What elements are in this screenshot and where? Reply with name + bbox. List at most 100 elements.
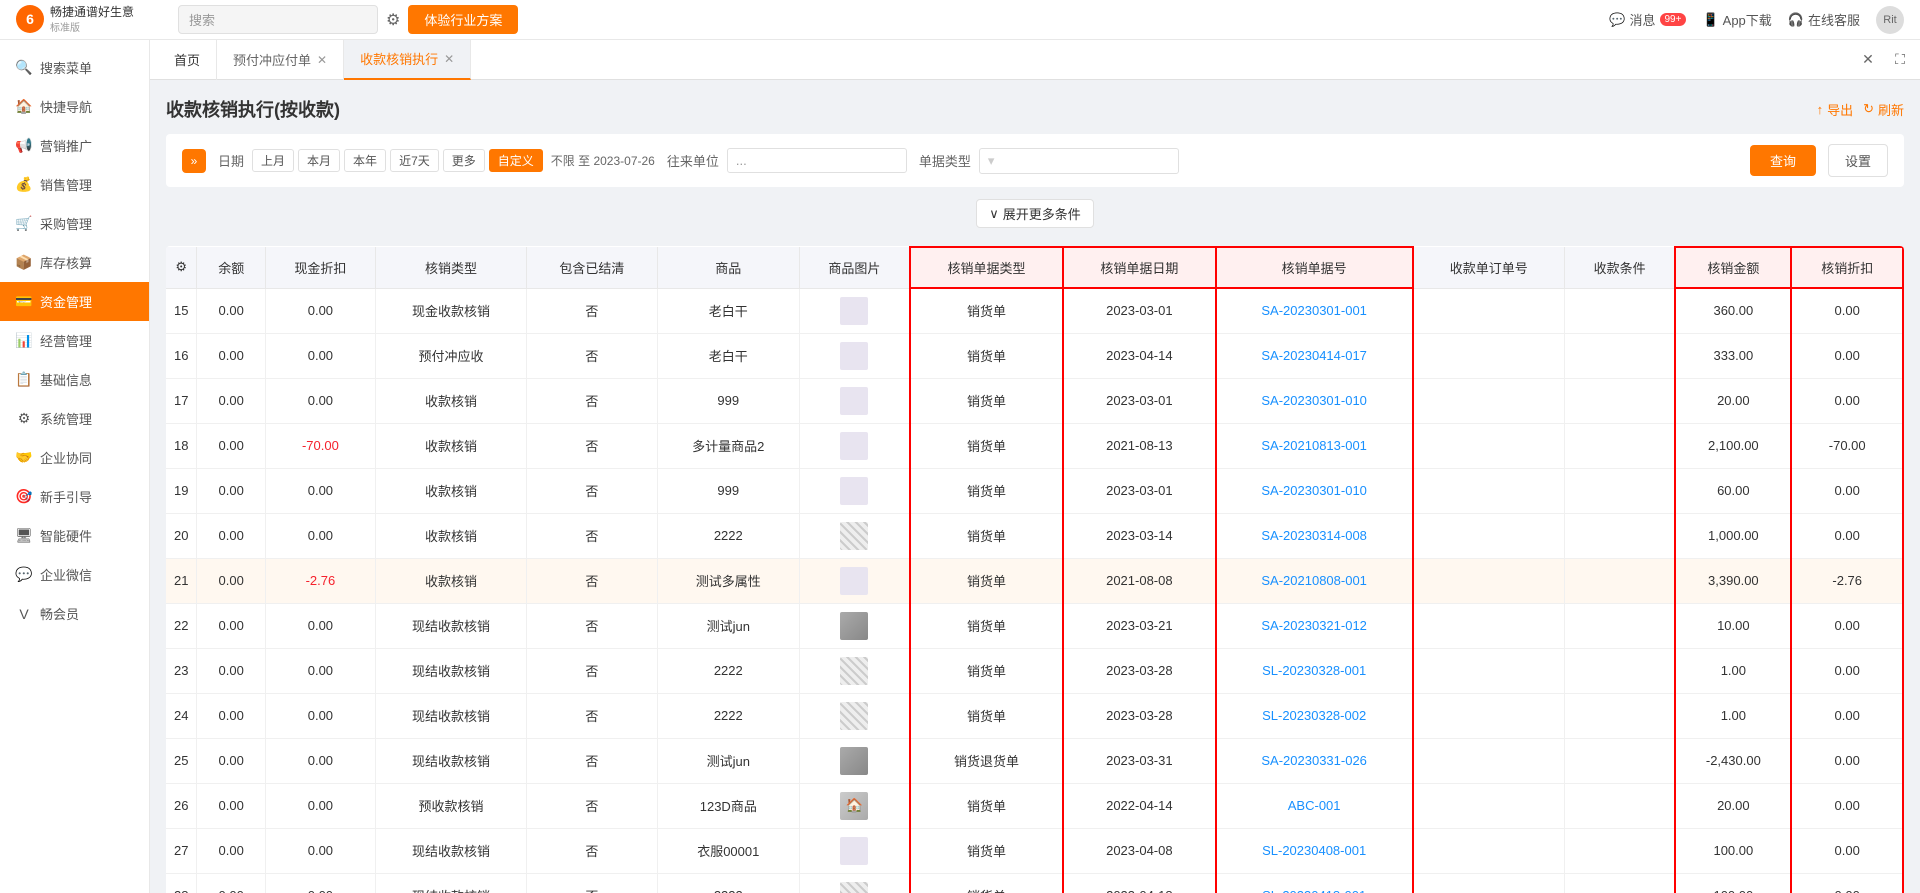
cell-writeoff-bill-no[interactable]: SA-20230414-017: [1216, 333, 1413, 378]
cell-goods: 老白干: [657, 288, 799, 333]
sidebar-item-purchase[interactable]: 🛒 采购管理: [0, 204, 149, 243]
cell-writeoff-bill-no[interactable]: SL-20230408-001: [1216, 828, 1413, 873]
filter-counterpart-group: 往来单位 ...: [667, 148, 907, 173]
sidebar-item-finance[interactable]: 💳 资金管理: [0, 282, 149, 321]
sidebar-item-wechat[interactable]: 💬 企业微信: [0, 555, 149, 594]
cell-writeoff-bill-no[interactable]: SA-20230331-026: [1216, 738, 1413, 783]
cell-goods-image: [799, 558, 910, 603]
settings-button[interactable]: 设置: [1828, 144, 1888, 177]
date-this-year[interactable]: 本年: [344, 149, 386, 172]
cell-writeoff-discount: 0.00: [1791, 333, 1903, 378]
cell-writeoff-bill-no[interactable]: SA-20230301-010: [1216, 378, 1413, 423]
gear-icon[interactable]: ⚙: [386, 10, 400, 30]
cell-writeoff-bill-no[interactable]: SL-20230418-001: [1216, 873, 1413, 893]
expand-more-btn[interactable]: ∨ 展开更多条件: [976, 199, 1094, 228]
sidebar-item-hardware[interactable]: 🖥 智能硬件: [0, 516, 149, 555]
cell-writeoff-bill-no[interactable]: SL-20230328-001: [1216, 648, 1413, 693]
tab-home[interactable]: 首页: [158, 40, 217, 80]
date-custom[interactable]: 自定义: [489, 149, 543, 172]
cell-writeoff-bill-no[interactable]: SA-20230301-001: [1216, 288, 1413, 333]
cell-id: 26: [166, 783, 197, 828]
cell-writeoff-bill-no[interactable]: SA-20210813-001: [1216, 423, 1413, 468]
tab-prepay[interactable]: 预付冲应付单 ✕: [217, 40, 344, 80]
bill-no-link[interactable]: SA-20230414-017: [1261, 348, 1367, 363]
sidebar-item-nav[interactable]: 🏠 快捷导航: [0, 87, 149, 126]
refresh-btn[interactable]: ↻ 刷新: [1863, 100, 1904, 119]
th-balance: 余额: [197, 247, 265, 288]
counterpart-input[interactable]: ...: [727, 148, 907, 173]
online-service-btn[interactable]: 🎧 在线客服: [1788, 10, 1860, 29]
message-btn[interactable]: 💬 消息 99+: [1609, 10, 1686, 29]
bill-no-link[interactable]: SA-20230301-001: [1261, 303, 1367, 318]
date-7days[interactable]: 近7天: [390, 149, 439, 172]
cell-writeoff-type: 现结收款核销: [375, 693, 526, 738]
cell-writeoff-bill-no[interactable]: SA-20230321-012: [1216, 603, 1413, 648]
bill-no-link[interactable]: SL-20230328-002: [1262, 708, 1366, 723]
tab-close-prepay[interactable]: ✕: [317, 53, 327, 67]
cell-goods: 测试jun: [657, 738, 799, 783]
bill-no-link[interactable]: SA-20230321-012: [1261, 618, 1367, 633]
cell-writeoff-amount: 1,000.00: [1675, 513, 1791, 558]
tab-receipt-writeoff[interactable]: 收款核销执行 ✕: [344, 40, 471, 80]
sidebar-item-operation[interactable]: 📊 经营管理: [0, 321, 149, 360]
billtype-select[interactable]: ▾: [979, 148, 1179, 174]
bill-no-link[interactable]: SA-20230301-010: [1261, 483, 1367, 498]
cell-writeoff-bill-no[interactable]: ABC-001: [1216, 783, 1413, 828]
cell-writeoff-type: 收款核销: [375, 468, 526, 513]
th-goods: 商品: [657, 247, 799, 288]
bill-no-link[interactable]: SA-20230331-026: [1261, 753, 1367, 768]
user-avatar[interactable]: Rit: [1876, 6, 1904, 34]
bill-no-link[interactable]: SA-20230301-010: [1261, 393, 1367, 408]
top-bar: 6 畅捷通谱好生意 标准版 搜索 ⚙ 体验行业方案 💬 消息 99+ 📱 App…: [0, 0, 1920, 40]
query-button[interactable]: 查询: [1750, 145, 1816, 176]
sidebar-item-marketing[interactable]: 📢 营销推广: [0, 126, 149, 165]
bill-no-link[interactable]: SA-20210808-001: [1261, 573, 1367, 588]
cell-writeoff-type: 预收款核销: [375, 783, 526, 828]
cell-writeoff-type: 现金收款核销: [375, 288, 526, 333]
table-row: 26 0.00 0.00 预收款核销 否 123D商品 🏠 销货单 2022-0…: [166, 783, 1903, 828]
sidebar-item-inventory[interactable]: 📦 库存核算: [0, 243, 149, 282]
th-receipt-condition: 收款条件: [1565, 247, 1676, 288]
cell-writeoff-type: 收款核销: [375, 378, 526, 423]
date-more[interactable]: 更多: [443, 149, 485, 172]
cell-writeoff-amount: 3,390.00: [1675, 558, 1791, 603]
tab-expand-btn[interactable]: ⛶: [1888, 48, 1912, 72]
tab-close-all-btn[interactable]: ✕: [1856, 48, 1880, 72]
sidebar-item-member[interactable]: V 畅会员: [0, 594, 149, 633]
bill-no-link[interactable]: SA-20210813-001: [1261, 438, 1367, 453]
date-this-month[interactable]: 本月: [298, 149, 340, 172]
industry-button[interactable]: 体验行业方案: [408, 5, 518, 34]
sidebar-item-collab[interactable]: 🤝 企业协同: [0, 438, 149, 477]
sidebar-item-sales[interactable]: 💰 销售管理: [0, 165, 149, 204]
cell-writeoff-type: 收款核销: [375, 423, 526, 468]
cell-id: 27: [166, 828, 197, 873]
app-download-btn[interactable]: 📱 App下载: [1702, 10, 1771, 29]
cell-id: 15: [166, 288, 197, 333]
filter-expand-btn[interactable]: »: [182, 149, 206, 173]
cell-writeoff-bill-no[interactable]: SL-20230328-002: [1216, 693, 1413, 738]
table-row: 25 0.00 0.00 现结收款核销 否 测试jun 销货退货单 2023-0…: [166, 738, 1903, 783]
cell-writeoff-bill-no[interactable]: SA-20230301-010: [1216, 468, 1413, 513]
bill-no-link[interactable]: ABC-001: [1288, 798, 1341, 813]
date-last-month[interactable]: 上月: [252, 149, 294, 172]
sidebar-item-system[interactable]: ⚙ 系统管理: [0, 399, 149, 438]
bill-no-link[interactable]: SA-20230314-008: [1261, 528, 1367, 543]
export-btn[interactable]: ↑ 导出: [1817, 100, 1854, 119]
cell-writeoff-discount: -2.76: [1791, 558, 1903, 603]
sidebar-item-search[interactable]: 🔍 搜索菜单: [0, 48, 149, 87]
bill-no-link[interactable]: SL-20230418-001: [1262, 888, 1366, 893]
bill-no-link[interactable]: SL-20230328-001: [1262, 663, 1366, 678]
cell-receipt-condition: [1565, 693, 1676, 738]
cell-writeoff-bill-no[interactable]: SA-20210808-001: [1216, 558, 1413, 603]
refresh-icon: ↻: [1863, 101, 1874, 117]
filter-billtype-group: 单据类型 ▾: [919, 148, 1179, 174]
bill-no-link[interactable]: SL-20230408-001: [1262, 843, 1366, 858]
cell-cash-discount: 0.00: [265, 468, 375, 513]
sidebar-item-basic[interactable]: 📋 基础信息: [0, 360, 149, 399]
cell-writeoff-discount: 0.00: [1791, 693, 1903, 738]
logo-text: 畅捷通谱好生意: [50, 5, 134, 19]
cell-writeoff-bill-no[interactable]: SA-20230314-008: [1216, 513, 1413, 558]
tab-close-receipt[interactable]: ✕: [444, 52, 454, 66]
home-icon: 🏠: [16, 99, 32, 115]
sidebar-item-guide[interactable]: 🎯 新手引导: [0, 477, 149, 516]
